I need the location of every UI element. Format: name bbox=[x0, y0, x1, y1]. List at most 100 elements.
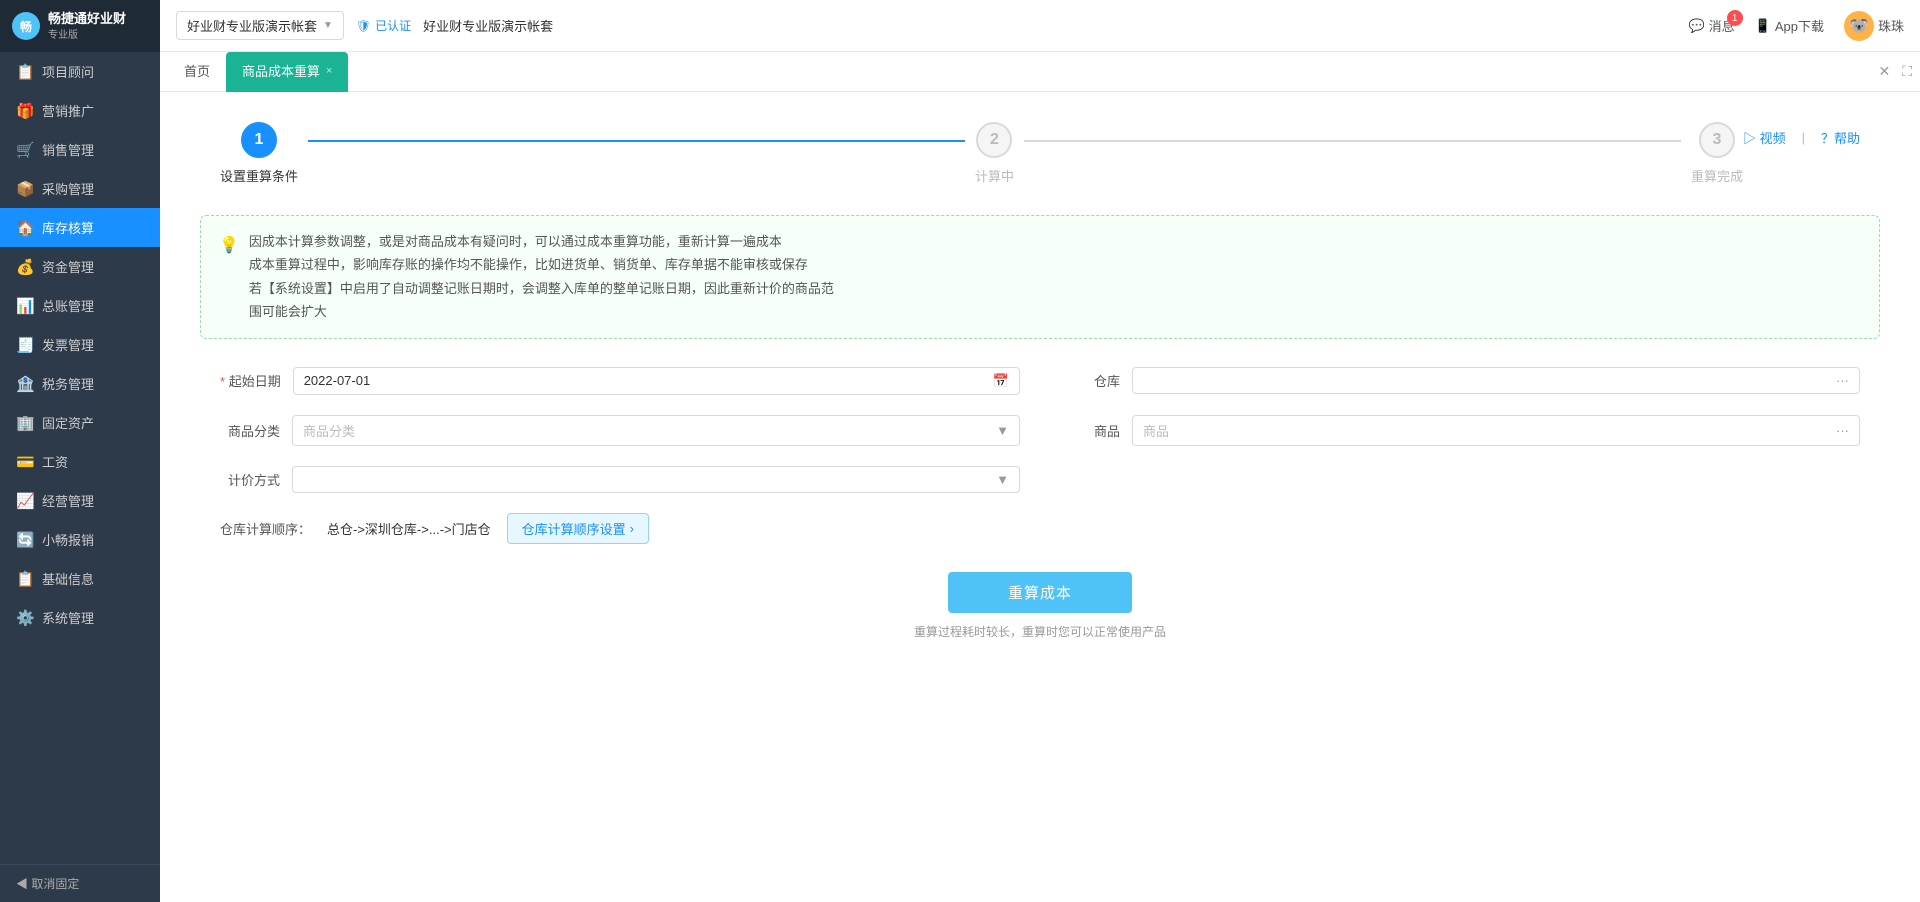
accounting-icon: 📊 bbox=[16, 297, 34, 315]
sidebar-item-label: 总账管理 bbox=[42, 296, 94, 315]
purchase-icon: 📦 bbox=[16, 180, 34, 198]
pricing-select[interactable]: ▼ bbox=[292, 466, 1020, 493]
main-area: 好业财专业版演示帐套 ▼ 🛡 已认证 好业财专业版演示帐套 💬 消息 1 📱 A… bbox=[160, 0, 1920, 902]
assets-icon: 🏢 bbox=[16, 414, 34, 432]
step-2-number: 2 bbox=[990, 131, 999, 149]
sidebar-item-invoice[interactable]: 🧾 发票管理 bbox=[0, 325, 160, 364]
product-more-icon[interactable]: ··· bbox=[1836, 423, 1849, 438]
sidebar-item-accounting[interactable]: 📊 总账管理 bbox=[0, 286, 160, 325]
product-input[interactable]: 商品 ··· bbox=[1132, 415, 1860, 446]
sidebar-logo: 畅 bbox=[12, 12, 40, 40]
dropdown-icon: ▼ bbox=[323, 20, 333, 31]
warehouse-order-settings-button[interactable]: 仓库计算顺序设置 › bbox=[507, 513, 649, 544]
sidebar-nav: 📋 项目顾问 🎁 营销推广 🛒 销售管理 📦 采购管理 🏠 库存核算 💰 资金管… bbox=[0, 52, 160, 864]
tab-close-icon[interactable]: × bbox=[326, 65, 332, 77]
form-section: * 起始日期 2022-07-01 📅 仓库 ··· bbox=[200, 367, 1880, 640]
calendar-icon[interactable]: 📅 bbox=[993, 373, 1009, 389]
sidebar-item-inventory[interactable]: 🏠 库存核算 bbox=[0, 208, 160, 247]
pricing-label: 计价方式 bbox=[220, 470, 280, 489]
sidebar-item-sales[interactable]: 🛒 销售管理 bbox=[0, 130, 160, 169]
step-2: 2 计算中 bbox=[975, 122, 1014, 185]
sidebar-item-label: 库存核算 bbox=[42, 218, 94, 237]
warehouse-input[interactable]: ··· bbox=[1132, 367, 1860, 394]
tab-home[interactable]: 首页 bbox=[168, 52, 226, 92]
sidebar-item-marketing[interactable]: 🎁 营销推广 bbox=[0, 91, 160, 130]
sidebar-item-label: 税务管理 bbox=[42, 374, 94, 393]
warehouse-order-value: 总仓->深圳仓库->...->门店仓 bbox=[327, 519, 491, 538]
video-link[interactable]: ▷ 视频 bbox=[1743, 128, 1786, 147]
tabs-window-controls: ✕ ⛶ bbox=[1878, 63, 1912, 80]
start-date-input[interactable]: 2022-07-01 📅 bbox=[293, 367, 1020, 395]
step-3-label: 重算完成 bbox=[1691, 166, 1743, 185]
basic-icon: 📋 bbox=[16, 570, 34, 588]
info-box: 💡 因成本计算参数调整，或是对商品成本有疑问时，可以通过成本重算功能，重新计算一… bbox=[200, 215, 1880, 339]
invoice-icon: 🧾 bbox=[16, 336, 34, 354]
topbar: 好业财专业版演示帐套 ▼ 🛡 已认证 好业财专业版演示帐套 💬 消息 1 📱 A… bbox=[160, 0, 1920, 52]
form-row-1: * 起始日期 2022-07-01 📅 仓库 ··· bbox=[220, 367, 1860, 395]
step-1: 1 设置重算条件 bbox=[220, 122, 298, 185]
sidebar-item-expense[interactable]: 🔄 小畅报销 bbox=[0, 520, 160, 559]
warehouse-order-btn-arrow: › bbox=[630, 521, 634, 536]
step-1-label: 设置重算条件 bbox=[220, 166, 298, 185]
sidebar-item-tax[interactable]: 🏦 税务管理 bbox=[0, 364, 160, 403]
sidebar-item-purchase[interactable]: 📦 采购管理 bbox=[0, 169, 160, 208]
user-avatar-button[interactable]: 🐨 珠珠 bbox=[1844, 11, 1904, 41]
tabs-bar: 首页 商品成本重算 × ✕ ⛶ bbox=[160, 52, 1920, 92]
sidebar-item-label: 基础信息 bbox=[42, 569, 94, 588]
message-button[interactable]: 💬 消息 1 bbox=[1688, 16, 1734, 35]
sidebar-item-system[interactable]: ⚙️ 系统管理 bbox=[0, 598, 160, 637]
window-close-icon[interactable]: ✕ bbox=[1878, 63, 1890, 80]
stepper-help: ▷ 视频 | ？帮助 bbox=[1743, 122, 1860, 147]
project-icon: 📋 bbox=[16, 63, 34, 81]
step-1-circle: 1 bbox=[241, 122, 277, 158]
sidebar: 畅 畅捷通好业财 专业版 📋 项目顾问 🎁 营销推广 🛒 销售管理 📦 采购管理… bbox=[0, 0, 160, 902]
user-name: 珠珠 bbox=[1878, 16, 1904, 35]
account-selector-text: 好业财专业版演示帐套 bbox=[187, 16, 317, 35]
tab-cost-recalc[interactable]: 商品成本重算 × bbox=[226, 52, 348, 92]
phone-icon: 📱 bbox=[1755, 18, 1771, 34]
app-download-label: App下载 bbox=[1775, 16, 1824, 35]
help-link[interactable]: ？帮助 bbox=[1821, 128, 1860, 147]
topbar-right: 💬 消息 1 📱 App下载 🐨 珠珠 bbox=[1688, 11, 1904, 41]
account-name-display: 好业财专业版演示帐套 bbox=[423, 16, 553, 35]
info-line-1: 因成本计算参数调整，或是对商品成本有疑问时，可以通过成本重算功能，重新计算一遍成… bbox=[249, 230, 834, 253]
sidebar-item-label: 营销推广 bbox=[42, 101, 94, 120]
salary-icon: 💳 bbox=[16, 453, 34, 471]
message-icon: 💬 bbox=[1688, 18, 1704, 34]
category-select[interactable]: 商品分类 ▼ bbox=[292, 415, 1020, 446]
step-line-2 bbox=[1024, 140, 1681, 142]
sidebar-item-salary[interactable]: 💳 工资 bbox=[0, 442, 160, 481]
start-date-value: 2022-07-01 bbox=[304, 373, 371, 388]
account-selector[interactable]: 好业财专业版演示帐套 ▼ bbox=[176, 11, 344, 40]
sidebar-unpin-button[interactable]: ◀ 取消固定 bbox=[0, 864, 160, 902]
window-expand-icon[interactable]: ⛶ bbox=[1902, 63, 1912, 80]
expense-icon: 🔄 bbox=[16, 531, 34, 549]
unpin-label: ◀ 取消固定 bbox=[16, 875, 79, 892]
info-line-4: 围可能会扩大 bbox=[249, 300, 834, 323]
product-field: 商品 商品 ··· bbox=[1060, 415, 1860, 446]
message-badge: 1 bbox=[1727, 10, 1743, 26]
product-label: 商品 bbox=[1060, 421, 1120, 440]
sidebar-item-assets[interactable]: 🏢 固定资产 bbox=[0, 403, 160, 442]
sidebar-item-basic[interactable]: 📋 基础信息 bbox=[0, 559, 160, 598]
system-icon: ⚙️ bbox=[16, 609, 34, 627]
recalc-button[interactable]: 重算成本 bbox=[948, 572, 1132, 613]
step-3-number: 3 bbox=[1712, 131, 1721, 149]
verified-badge: 🛡 已认证 bbox=[356, 17, 411, 34]
warehouse-more-icon[interactable]: ··· bbox=[1836, 373, 1849, 388]
sidebar-header: 畅 畅捷通好业财 专业版 bbox=[0, 0, 160, 52]
sidebar-item-operations[interactable]: 📈 经营管理 bbox=[0, 481, 160, 520]
operations-icon: 📈 bbox=[16, 492, 34, 510]
app-download-button[interactable]: 📱 App下载 bbox=[1755, 16, 1824, 35]
sidebar-item-label: 资金管理 bbox=[42, 257, 94, 276]
pricing-dropdown-icon: ▼ bbox=[996, 472, 1009, 487]
sidebar-item-project[interactable]: 📋 项目顾问 bbox=[0, 52, 160, 91]
category-dropdown-icon: ▼ bbox=[996, 423, 1009, 438]
sidebar-item-label: 销售管理 bbox=[42, 140, 94, 159]
sidebar-item-finance[interactable]: 💰 资金管理 bbox=[0, 247, 160, 286]
category-label: 商品分类 bbox=[220, 421, 280, 440]
step-line-1 bbox=[308, 140, 965, 142]
category-field: 商品分类 商品分类 ▼ bbox=[220, 415, 1020, 446]
sidebar-item-label: 发票管理 bbox=[42, 335, 94, 354]
sidebar-edition: 专业版 bbox=[48, 26, 126, 41]
